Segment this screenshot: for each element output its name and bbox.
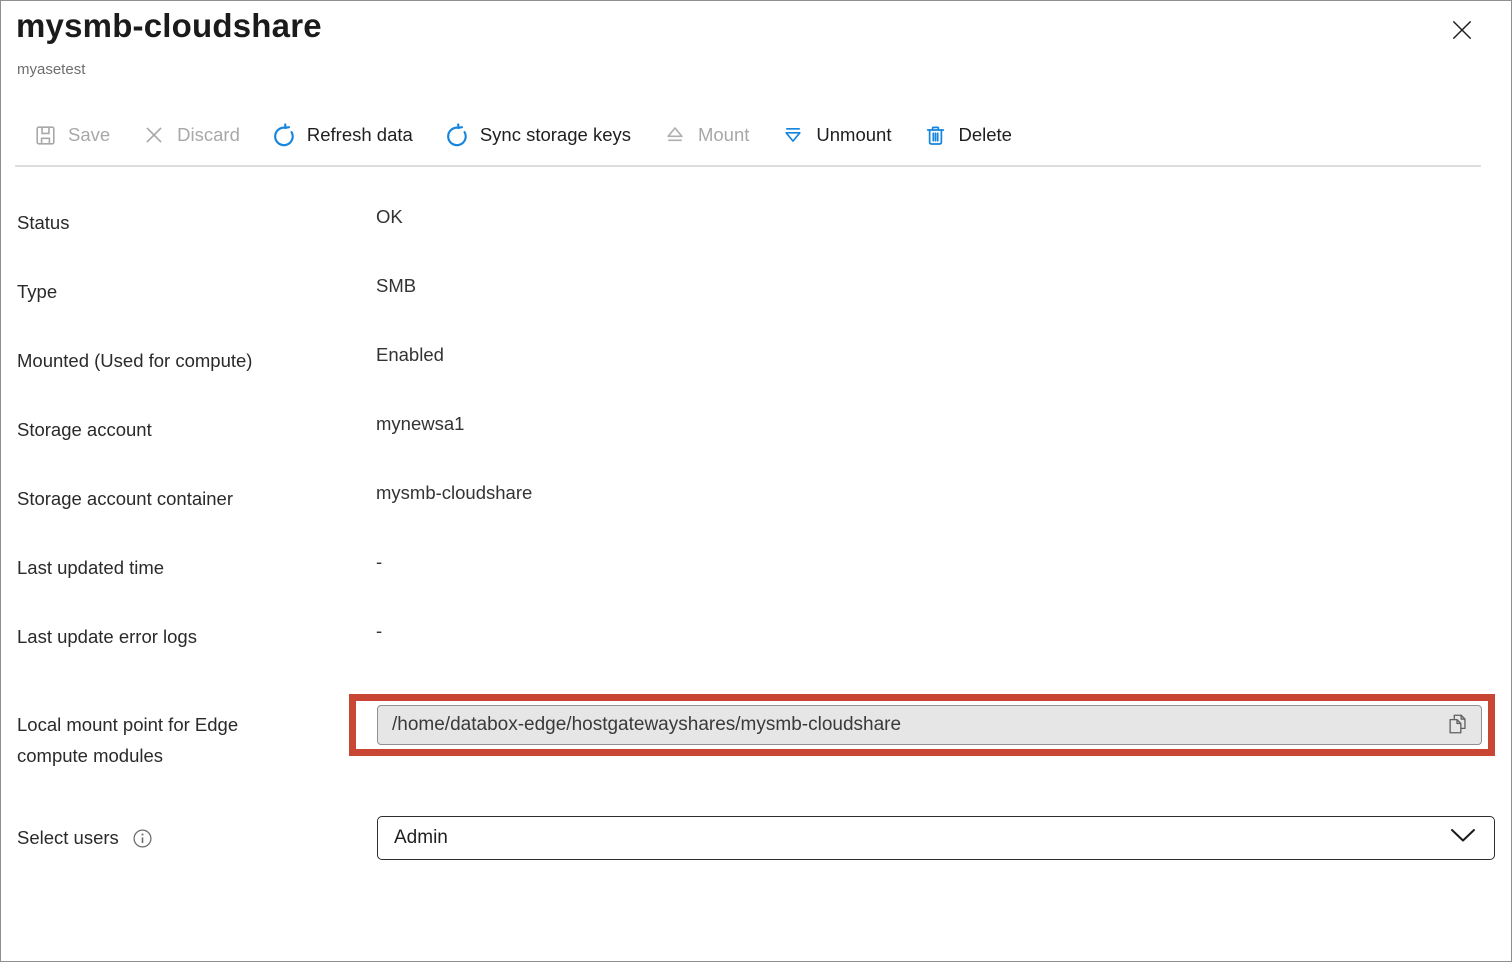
mount-point-label: Local mount point for Edge compute modul…: [17, 694, 349, 771]
discard-label: Discard: [177, 124, 240, 146]
delete-label: Delete: [958, 124, 1011, 146]
field-row-mounted: Mounted (Used for compute) Enabled: [17, 349, 1495, 418]
select-users-dropdown[interactable]: Admin: [377, 816, 1495, 860]
select-users-value: Admin: [394, 827, 448, 849]
copy-button[interactable]: [1435, 708, 1479, 742]
unmount-icon: [781, 123, 805, 147]
select-users-label: Select users: [17, 827, 119, 849]
field-label: Mounted (Used for compute): [17, 349, 376, 373]
field-row-storage-account-container: Storage account container mysmb-cloudsha…: [17, 487, 1495, 556]
sync-icon: [445, 123, 469, 147]
select-users-label-group: Select users: [17, 827, 377, 849]
field-value: -: [376, 620, 382, 642]
delete-icon: [923, 123, 947, 147]
field-value: SMB: [376, 275, 416, 297]
refresh-data-button[interactable]: Refresh data: [272, 123, 413, 147]
mount-point-input[interactable]: [377, 705, 1482, 745]
unmount-label: Unmount: [816, 124, 891, 146]
field-label: Last update error logs: [17, 625, 376, 649]
page-subtitle: myasetest: [17, 61, 85, 78]
refresh-icon: [272, 123, 296, 147]
field-row-storage-account: Storage account mynewsa1: [17, 418, 1495, 487]
field-row-local-mount-point: Local mount point for Edge compute modul…: [17, 694, 1495, 771]
annotation-highlight-box: [349, 694, 1495, 756]
sync-storage-keys-button[interactable]: Sync storage keys: [445, 123, 631, 147]
field-label: Type: [17, 280, 376, 304]
field-row-type: Type SMB: [17, 280, 1495, 349]
share-details-pane: mysmb-cloudshare myasetest Save Discard: [0, 0, 1512, 962]
field-row-last-updated-time: Last updated time -: [17, 556, 1495, 625]
close-icon: [1449, 17, 1475, 46]
field-value: -: [376, 551, 382, 573]
field-value: OK: [376, 206, 403, 228]
field-value: Enabled: [376, 344, 444, 366]
mount-button[interactable]: Mount: [663, 123, 749, 147]
field-value: mysmb-cloudshare: [376, 482, 532, 504]
unmount-button[interactable]: Unmount: [781, 123, 891, 147]
save-icon: [33, 123, 57, 147]
save-label: Save: [68, 124, 110, 146]
field-label: Storage account: [17, 418, 376, 442]
mount-icon: [663, 123, 687, 147]
mount-label: Mount: [698, 124, 749, 146]
toolbar: Save Discard Refresh data: [1, 113, 1511, 157]
discard-button[interactable]: Discard: [142, 123, 240, 147]
delete-button[interactable]: Delete: [923, 123, 1011, 147]
sync-storage-keys-label: Sync storage keys: [480, 124, 631, 146]
chevron-down-icon: [1450, 827, 1476, 849]
close-button[interactable]: [1445, 14, 1479, 48]
field-label: Last updated time: [17, 556, 376, 580]
page-title: mysmb-cloudshare: [16, 7, 322, 45]
toolbar-divider: [15, 165, 1481, 167]
copy-icon: [1445, 712, 1469, 739]
save-button[interactable]: Save: [33, 123, 110, 147]
field-row-status: Status OK: [17, 211, 1495, 280]
discard-icon: [142, 123, 166, 147]
field-row-last-update-error-logs: Last update error logs -: [17, 625, 1495, 694]
refresh-data-label: Refresh data: [307, 124, 413, 146]
field-row-select-users: Select users Admin: [17, 816, 1495, 860]
mount-point-field: [377, 705, 1482, 745]
share-properties: Status OK Type SMB Mounted (Used for com…: [1, 168, 1511, 961]
field-label: Storage account container: [17, 487, 376, 511]
field-value: mynewsa1: [376, 413, 464, 435]
field-label: Status: [17, 211, 376, 235]
info-icon[interactable]: [132, 828, 153, 849]
